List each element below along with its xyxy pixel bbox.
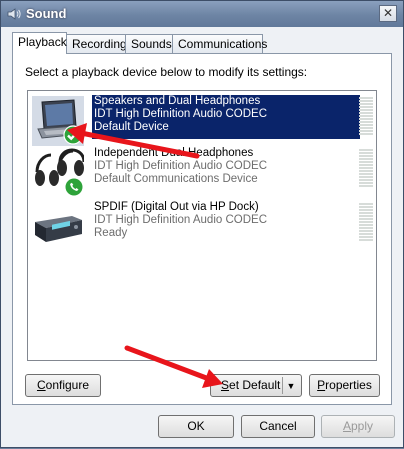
set-default-split-button[interactable]: Set Default ▼ (210, 374, 302, 397)
window-title: Sound (26, 6, 67, 21)
device-name: Independent Dual Headphones (94, 147, 254, 159)
green-phone-icon (65, 178, 83, 196)
apply-label-key: A (342, 419, 351, 433)
device-status: Default Communications Device (94, 173, 258, 185)
properties-button[interactable]: Properties (309, 374, 380, 397)
set-default-label-post: et Default (229, 378, 281, 392)
tab-sounds[interactable]: Sounds (125, 34, 173, 53)
device-text: Independent Dual Headphones IDT High Def… (92, 147, 360, 186)
close-button[interactable]: ✕ (379, 5, 397, 22)
properties-label-post: roperties (325, 378, 372, 392)
device-list[interactable]: Speakers and Dual Headphones IDT High De… (27, 90, 377, 361)
device-row-headphones[interactable]: Independent Dual Headphones IDT High Def… (30, 147, 374, 199)
instruction-text: Select a playback device below to modify… (25, 65, 308, 79)
configure-label-key: C (36, 378, 46, 392)
tab-communications[interactable]: Communications (172, 34, 267, 53)
device-name: SPDIF (Digital Out via HP Dock) (94, 201, 259, 213)
set-default-button[interactable]: Set Default (221, 375, 280, 396)
title-bar[interactable]: Sound ✕ (1, 1, 403, 27)
apply-button[interactable]: Apply (321, 415, 395, 438)
spdif-receiver-icon (35, 216, 82, 242)
device-driver: IDT High Definition Audio CODEC (94, 160, 267, 172)
dropdown-arrow-icon[interactable]: ▼ (285, 376, 297, 397)
sound-dialog: Sound ✕ Playback Recording Sounds Commun… (0, 0, 404, 448)
cancel-button[interactable]: Cancel (241, 415, 315, 438)
split-divider (282, 377, 283, 394)
set-default-label-key: S (221, 378, 230, 392)
configure-label-post: onfigure (45, 378, 90, 392)
volume-meter (359, 149, 373, 189)
device-text: SPDIF (Digital Out via HP Dock) IDT High… (92, 201, 360, 240)
device-status: Ready (94, 227, 128, 239)
device-name: Speakers and Dual Headphones (94, 95, 261, 107)
green-check-icon (63, 125, 83, 145)
device-row-speakers[interactable]: Speakers and Dual Headphones IDT High De… (30, 95, 374, 147)
device-driver: IDT High Definition Audio CODEC (94, 108, 267, 120)
speaker-app-icon (7, 8, 21, 20)
close-icon: ✕ (382, 6, 394, 20)
configure-button[interactable]: Configure (25, 374, 101, 397)
device-row-spdif[interactable]: SPDIF (Digital Out via HP Dock) IDT High… (30, 201, 374, 253)
tab-recording[interactable]: Recording (66, 34, 127, 53)
tab-playback[interactable]: Playback (12, 32, 67, 54)
device-text: Speakers and Dual Headphones IDT High De… (92, 95, 360, 139)
volume-meter (359, 203, 373, 243)
properties-label-key: P (317, 378, 326, 392)
device-status: Default Device (94, 121, 169, 133)
apply-label-post: pply (351, 419, 374, 433)
playback-panel: Select a playback device below to modify… (12, 53, 392, 405)
device-driver: IDT High Definition Audio CODEC (94, 214, 267, 226)
volume-meter (359, 97, 373, 137)
ok-button[interactable]: OK (158, 415, 234, 438)
